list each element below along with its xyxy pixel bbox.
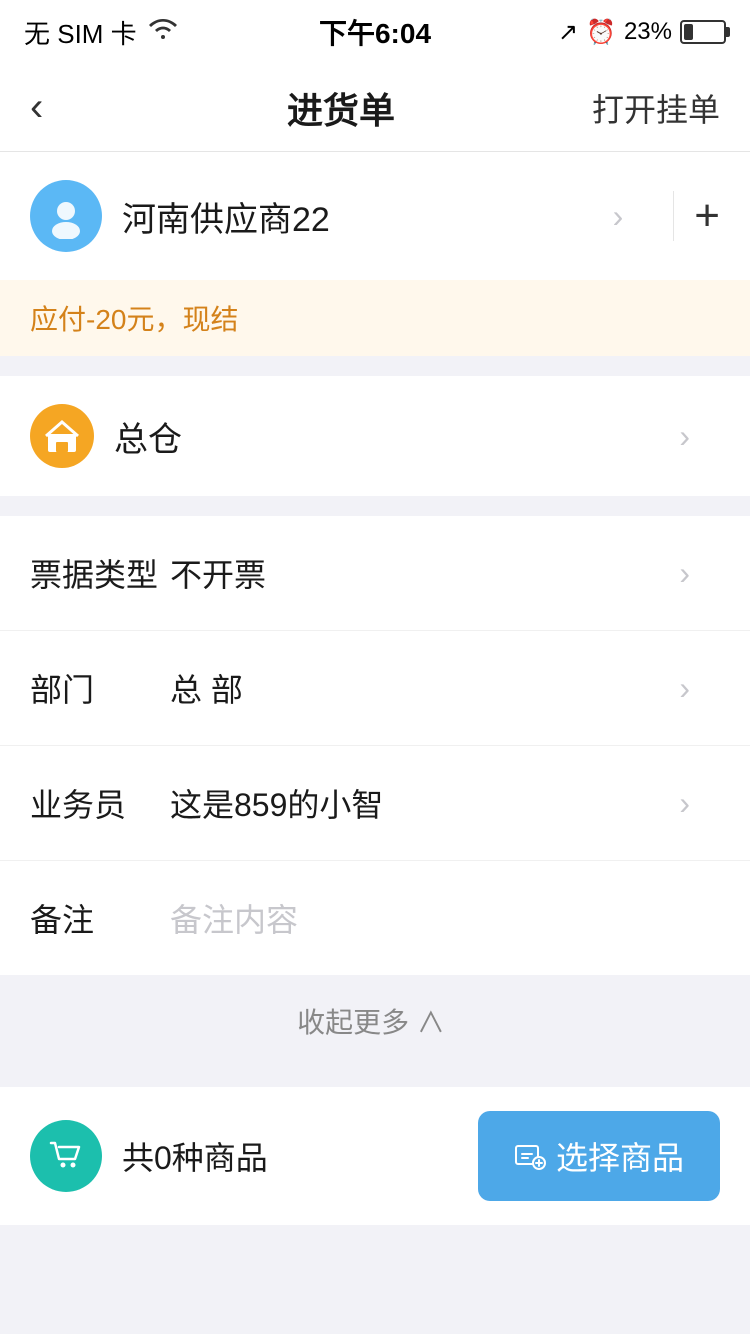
product-count-label: 共0种商品 — [122, 1133, 478, 1179]
warehouse-name: 总仓 — [114, 412, 679, 461]
product-bar: 共0种商品 选择商品 — [0, 1087, 750, 1225]
location-icon: ↗ — [558, 18, 578, 47]
supplier-divider — [673, 191, 674, 241]
status-right: ↗ ⏰ 23% — [558, 18, 726, 47]
supplier-row[interactable]: 河南供应商22 › + — [0, 152, 750, 280]
salesman-value: 这是859的小智 — [170, 780, 679, 826]
supplier-avatar — [30, 180, 102, 252]
collapse-bar[interactable]: 收起更多 ∧ — [0, 975, 750, 1067]
wifi-icon — [147, 17, 179, 48]
note-row[interactable]: 备注 备注内容 — [0, 861, 750, 975]
page-title: 进货单 — [287, 82, 395, 134]
notice-text: 应付-20元，现结 — [30, 304, 238, 335]
add-supplier-button[interactable]: + — [694, 191, 720, 241]
supplier-name: 河南供应商22 — [122, 192, 613, 241]
status-bar: 无 SIM 卡 下午6:04 ↗ ⏰ 23% — [0, 0, 750, 64]
note-label: 备注 — [30, 895, 170, 941]
salesman-label: 业务员 — [30, 780, 170, 826]
form-section: 票据类型 不开票 › 部门 总 部 › 业务员 这是859的小智 › 备注 备注… — [0, 516, 750, 975]
note-input[interactable]: 备注内容 — [170, 895, 720, 941]
warehouse-row[interactable]: 总仓 › — [0, 376, 750, 496]
department-value: 总 部 — [170, 665, 679, 711]
open-pending-button[interactable]: 打开挂单 — [592, 85, 720, 131]
back-button[interactable]: ‹ — [30, 85, 90, 130]
department-label: 部门 — [30, 665, 170, 711]
notice-bar: 应付-20元，现结 — [0, 280, 750, 356]
select-product-label: 选择商品 — [556, 1133, 684, 1179]
invoice-value: 不开票 — [170, 550, 679, 596]
status-left: 无 SIM 卡 — [24, 14, 179, 51]
warehouse-icon — [30, 404, 94, 468]
battery-icon — [680, 20, 726, 44]
alarm-icon: ⏰ — [586, 18, 616, 47]
status-time: 下午6:04 — [319, 12, 431, 52]
carrier-text: 无 SIM 卡 — [24, 14, 137, 51]
department-chevron-icon: › — [679, 670, 690, 707]
nav-bar: ‹ 进货单 打开挂单 — [0, 64, 750, 152]
select-product-button[interactable]: 选择商品 — [478, 1111, 720, 1201]
supplier-section: 河南供应商22 › + 应付-20元，现结 — [0, 152, 750, 356]
supplier-chevron-icon: › — [613, 198, 624, 235]
department-row[interactable]: 部门 总 部 › — [0, 631, 750, 746]
invoice-label: 票据类型 — [30, 550, 170, 596]
invoice-chevron-icon: › — [679, 555, 690, 592]
salesman-row[interactable]: 业务员 这是859的小智 › — [0, 746, 750, 861]
warehouse-chevron-icon: › — [679, 418, 690, 455]
cart-icon — [30, 1120, 102, 1192]
battery-percent: 23% — [624, 18, 672, 46]
salesman-chevron-icon: › — [679, 785, 690, 822]
invoice-row[interactable]: 票据类型 不开票 › — [0, 516, 750, 631]
collapse-text: 收起更多 ∧ — [297, 1001, 445, 1041]
main-content: 河南供应商22 › + 应付-20元，现结 总仓 › 票据类型 不开票 › — [0, 152, 750, 1225]
